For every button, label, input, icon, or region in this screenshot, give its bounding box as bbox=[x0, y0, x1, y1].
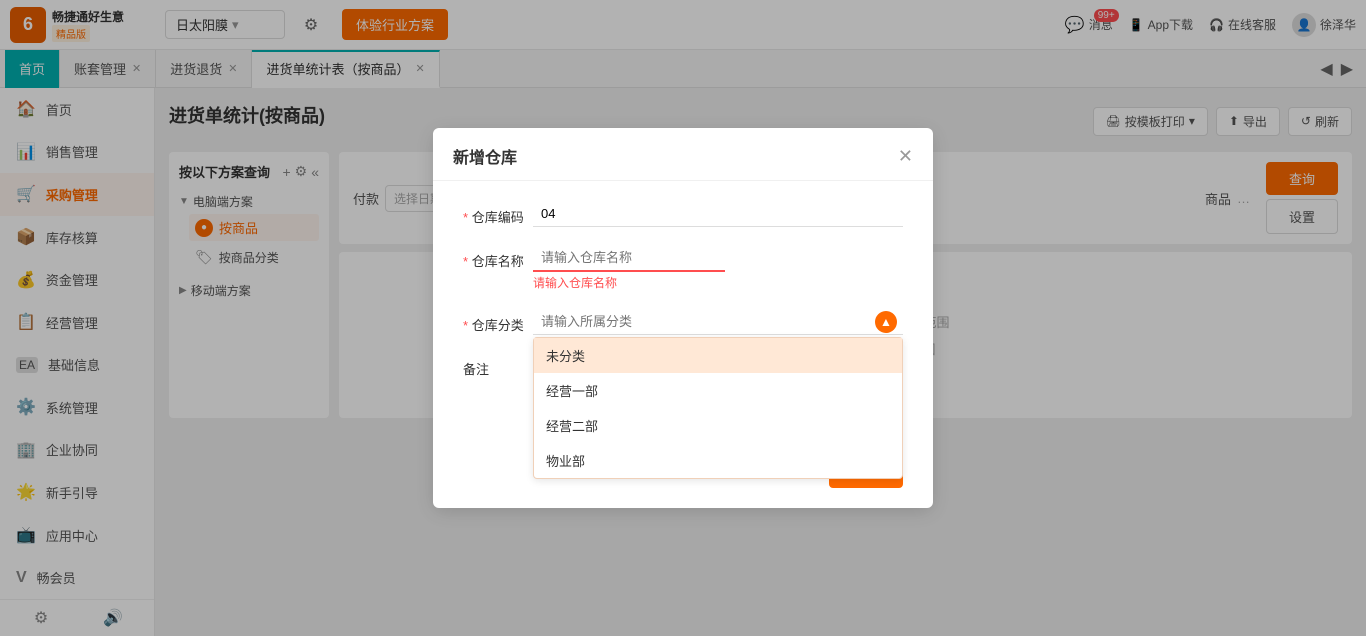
dialog-header: 新增仓库 ✕ bbox=[433, 128, 933, 181]
form-row-category: * 仓库分类 ▲ 未分类 经营一部 经营二部 物业部 bbox=[463, 309, 903, 335]
category-select-input[interactable] bbox=[533, 309, 903, 335]
dialog-title: 新增仓库 bbox=[453, 144, 517, 168]
category-dropdown-list: 未分类 经营一部 经营二部 物业部 bbox=[533, 337, 903, 479]
modal-overlay[interactable]: 新增仓库 ✕ * 仓库编码 * 仓库名称 bbox=[0, 0, 1366, 636]
form-row-name: * 仓库名称 请输入仓库名称 bbox=[463, 245, 903, 291]
dropdown-item-property[interactable]: 物业部 bbox=[534, 443, 902, 478]
dialog-close-button[interactable]: ✕ bbox=[898, 146, 913, 167]
category-select-wrap: ▲ 未分类 经营一部 经营二部 物业部 bbox=[533, 309, 903, 335]
category-label: * 仓库分类 bbox=[463, 309, 533, 334]
dropdown-item-dept1[interactable]: 经营一部 bbox=[534, 373, 902, 408]
notes-label: 备注 bbox=[463, 353, 533, 378]
category-label-text: 仓库分类 bbox=[472, 318, 524, 333]
warehouse-code-input[interactable] bbox=[533, 201, 903, 227]
dialog-body: * 仓库编码 * 仓库名称 请输入仓库名称 bbox=[433, 181, 933, 441]
name-label: * 仓库名称 bbox=[463, 245, 533, 270]
name-label-text: 仓库名称 bbox=[472, 254, 524, 269]
name-error-msg: 请输入仓库名称 bbox=[533, 276, 617, 290]
select-up-arrow[interactable]: ▲ bbox=[875, 311, 897, 333]
new-warehouse-dialog: 新增仓库 ✕ * 仓库编码 * 仓库名称 bbox=[433, 128, 933, 508]
dropdown-item-dept2[interactable]: 经营二部 bbox=[534, 408, 902, 443]
code-label-text: 仓库编码 bbox=[472, 210, 524, 225]
code-label: * 仓库编码 bbox=[463, 201, 533, 226]
form-row-code: * 仓库编码 bbox=[463, 201, 903, 227]
dropdown-item-uncategorized[interactable]: 未分类 bbox=[534, 338, 902, 373]
warehouse-name-input[interactable] bbox=[533, 245, 725, 272]
